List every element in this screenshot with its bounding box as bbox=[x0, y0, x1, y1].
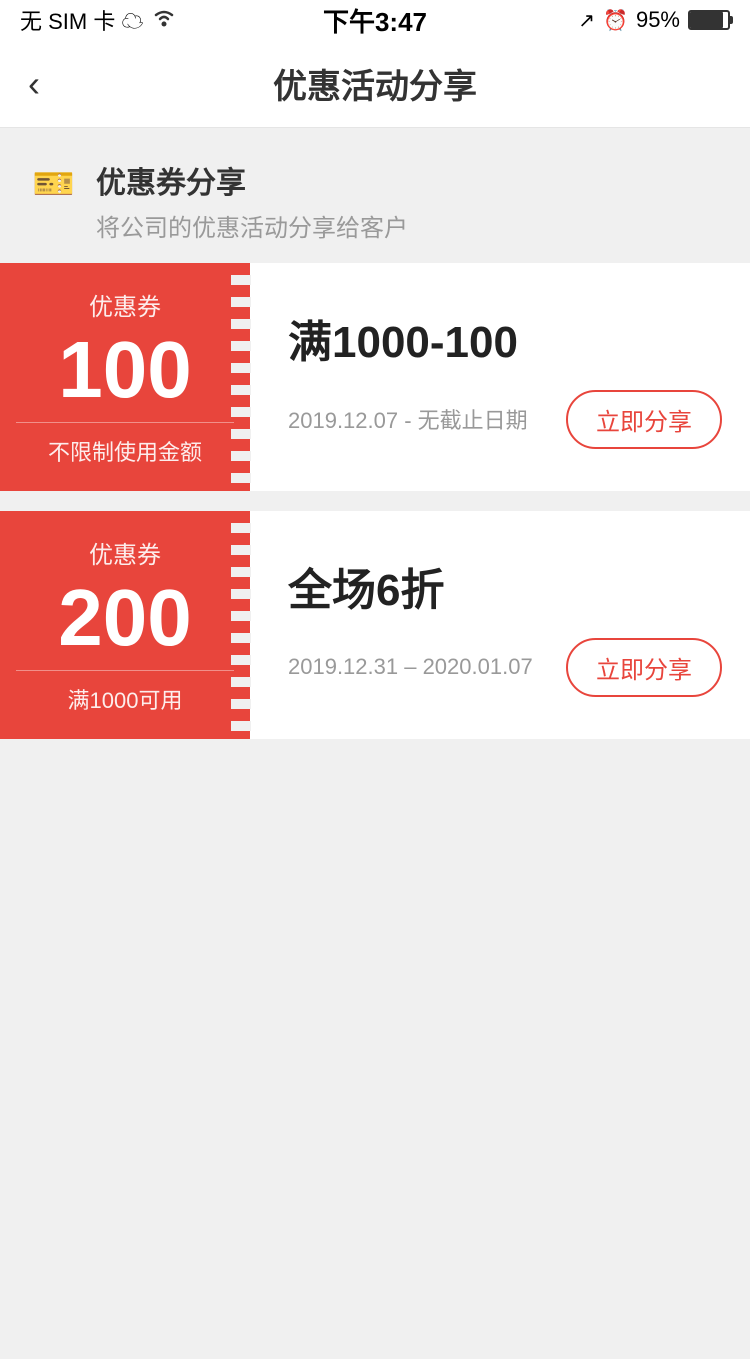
coupon-date-1: 2019.12.31 – 2020.01.07 bbox=[288, 654, 533, 680]
alarm-icon: ⏰ bbox=[603, 8, 628, 33]
share-button-0[interactable]: 立即分享 bbox=[566, 390, 722, 449]
nav-bar: ‹ 优惠活动分享 bbox=[0, 40, 750, 128]
section-text-group: 优惠券分享 将公司的优惠活动分享给客户 bbox=[96, 158, 408, 243]
sim-label: 无 SIM 卡 ☁ bbox=[20, 4, 143, 36]
coupon-bottom-row-1: 2019.12.31 – 2020.01.07 立即分享 bbox=[288, 638, 722, 697]
coupon-left-0: 优惠券 100 不限制使用金额 bbox=[0, 263, 250, 491]
coupon-bottom-row-0: 2019.12.07 - 无截止日期 立即分享 bbox=[288, 390, 722, 449]
coupon-name-1: 全场6折 bbox=[288, 554, 722, 618]
status-left: 无 SIM 卡 ☁ bbox=[20, 4, 177, 36]
section-subtitle: 将公司的优惠活动分享给客户 bbox=[96, 208, 408, 243]
coupon-name-0: 满1000-100 bbox=[288, 306, 722, 370]
coupon-amount-1: 200 bbox=[58, 578, 191, 658]
coupon-tag-0: 优惠券 bbox=[89, 287, 161, 322]
wifi-icon bbox=[151, 7, 177, 33]
coupon-right-0: 满1000-100 2019.12.07 - 无截止日期 立即分享 bbox=[250, 263, 750, 491]
section-icon: 🎫 bbox=[28, 158, 80, 210]
status-right: ↗ ⏰ 95% bbox=[578, 7, 730, 33]
section-header: 🎫 优惠券分享 将公司的优惠活动分享给客户 bbox=[0, 128, 750, 263]
coupon-list: 优惠券 100 不限制使用金额 满1000-100 2019.12.07 - 无… bbox=[0, 263, 750, 779]
coupon-right-1: 全场6折 2019.12.31 – 2020.01.07 立即分享 bbox=[250, 511, 750, 739]
coupon-condition-1: 满1000可用 bbox=[16, 670, 234, 715]
coupon-condition-0: 不限制使用金额 bbox=[16, 422, 234, 467]
share-button-1[interactable]: 立即分享 bbox=[566, 638, 722, 697]
status-bar: 无 SIM 卡 ☁ 下午3:47 ↗ ⏰ 95% bbox=[0, 0, 750, 40]
empty-area bbox=[0, 779, 750, 1359]
battery-percent: 95% bbox=[636, 7, 680, 33]
coupon-card: 优惠券 100 不限制使用金额 满1000-100 2019.12.07 - 无… bbox=[0, 263, 750, 491]
page-title: 优惠活动分享 bbox=[273, 59, 477, 108]
coupon-date-0: 2019.12.07 - 无截止日期 bbox=[288, 403, 528, 435]
coupon-card: 优惠券 200 满1000可用 全场6折 2019.12.31 – 2020.0… bbox=[0, 511, 750, 739]
section-title: 优惠券分享 bbox=[96, 158, 408, 202]
back-button[interactable]: ‹ bbox=[28, 66, 40, 102]
location-icon: ↗ bbox=[578, 8, 595, 33]
coupon-amount-0: 100 bbox=[58, 330, 191, 410]
status-time: 下午3:47 bbox=[323, 2, 427, 39]
coupon-tag-1: 优惠券 bbox=[89, 535, 161, 570]
battery-icon bbox=[688, 10, 730, 30]
coupon-left-1: 优惠券 200 满1000可用 bbox=[0, 511, 250, 739]
